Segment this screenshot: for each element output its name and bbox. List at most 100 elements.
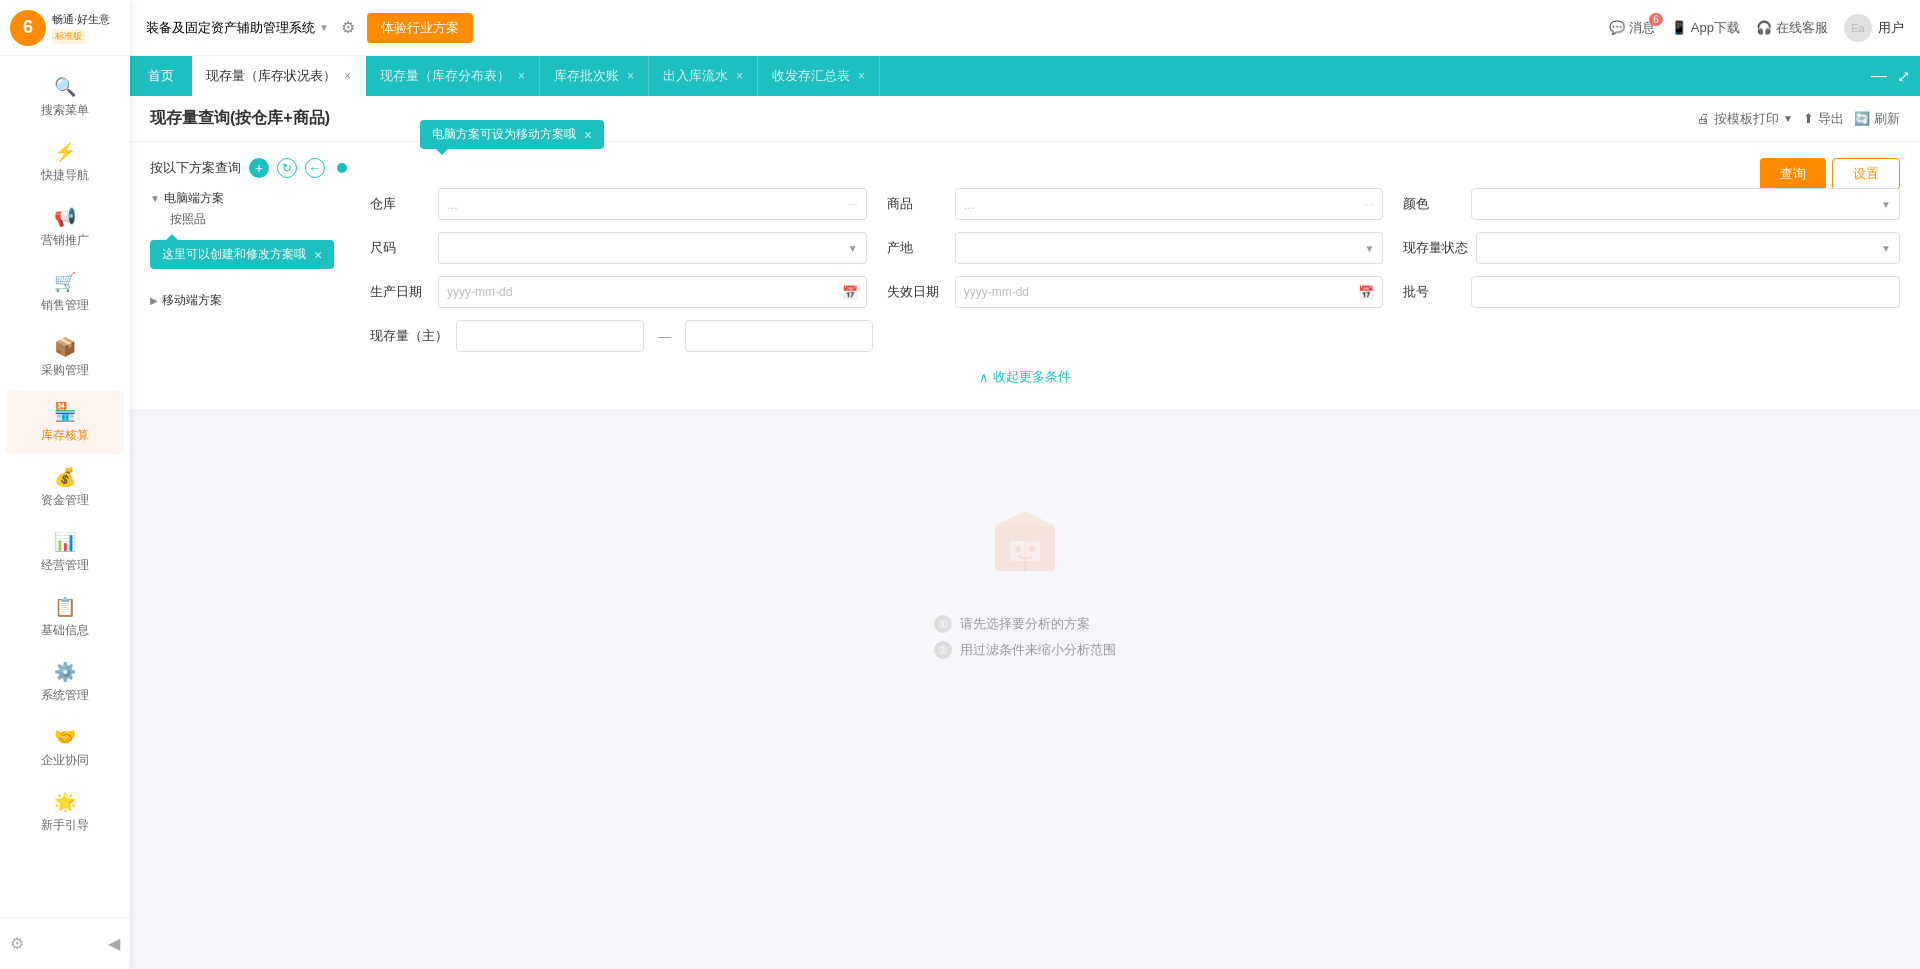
product-select[interactable]: ... ··· xyxy=(955,188,1384,220)
sidebar-item-guide[interactable]: 🌟 新手引导 xyxy=(6,781,124,844)
sidebar-item-operations[interactable]: 📊 经营管理 xyxy=(6,521,124,584)
svg-point-5 xyxy=(1029,546,1035,552)
warehouse-select[interactable]: ... ··· xyxy=(438,188,867,220)
size-dropdown-icon: ▼ xyxy=(848,243,858,254)
stock-status-label: 现存量状态 xyxy=(1403,239,1468,257)
search-button[interactable]: 查询 xyxy=(1760,158,1826,190)
user-menu-btn[interactable]: Ea 用户 xyxy=(1844,14,1904,42)
system-title-select[interactable]: 装备及固定资产辅助管理系统 ▼ xyxy=(146,19,329,37)
origin-select[interactable]: ▼ xyxy=(955,232,1384,264)
tab-close-in-out-flow[interactable]: × xyxy=(736,69,743,83)
color-label: 颜色 xyxy=(1403,195,1463,213)
empty-state: ① 请先选择要分析的方案 ② 用过滤条件来缩小分析范围 xyxy=(130,411,1920,743)
expire-date-calendar-icon[interactable]: 📅 xyxy=(1358,285,1374,300)
prod-date-calendar-icon[interactable]: 📅 xyxy=(842,285,858,300)
tooltip1-close-btn[interactable]: × xyxy=(584,127,592,143)
tooltip2-close-btn[interactable]: × xyxy=(314,247,322,263)
sidebar-item-basic[interactable]: 📋 基础信息 xyxy=(6,586,124,649)
collapse-up-icon: ∧ xyxy=(979,370,989,385)
tooltip-scheme-popup: 电脑方案可设为移动方案哦 × xyxy=(420,120,604,149)
app-download-btn[interactable]: 📱 App下载 xyxy=(1671,19,1740,37)
reset-button[interactable]: 设置 xyxy=(1832,158,1900,190)
sidebar-item-inventory[interactable]: 🏪 库存核算 xyxy=(6,391,124,454)
batch-label: 批号 xyxy=(1403,283,1463,301)
tab-close-batch-ledger[interactable]: × xyxy=(627,69,634,83)
sidebar-item-system[interactable]: ⚙️ 系统管理 xyxy=(6,651,124,714)
sidebar-item-purchase[interactable]: 📦 采购管理 xyxy=(6,326,124,389)
tooltip-edit-popup: 这里可以创建和修改方案哦 × xyxy=(150,240,334,269)
size-select[interactable]: ▼ xyxy=(438,232,867,264)
tab-home[interactable]: 首页 xyxy=(130,56,192,96)
sidebar-item-marketing[interactable]: 📢 营销推广 xyxy=(6,196,124,259)
tab-in-out-flow[interactable]: 出入库流水 × xyxy=(649,56,758,96)
prod-date-label: 生产日期 xyxy=(370,283,430,301)
filter-item-color: 颜色 ▼ xyxy=(1403,188,1900,220)
quick-icon: ⚡ xyxy=(54,141,76,163)
tab-maximize-btn[interactable]: ⤢ xyxy=(1897,67,1910,86)
online-service-btn[interactable]: 🎧 在线客服 xyxy=(1756,19,1828,37)
tab-batch-ledger[interactable]: 库存批次账 × xyxy=(540,56,649,96)
scheme-pc-node[interactable]: ▼ 电脑端方案 xyxy=(150,188,354,209)
filter-add-btn[interactable]: + xyxy=(249,158,269,178)
filter-back-btn[interactable]: ← xyxy=(305,158,325,178)
filter-item-prod-date: 生产日期 yyyy-mm-dd 📅 xyxy=(370,276,867,308)
scheme-pc-child1-label: 按照品 xyxy=(170,211,206,228)
size-label: 尺码 xyxy=(370,239,430,257)
refresh-btn[interactable]: 🔄 刷新 xyxy=(1854,110,1900,128)
batch-input[interactable] xyxy=(1471,276,1900,308)
stock-status-select[interactable]: ▼ xyxy=(1476,232,1900,264)
sidebar-item-finance[interactable]: 💰 资金管理 xyxy=(6,456,124,519)
prod-date-input[interactable]: yyyy-mm-dd 📅 xyxy=(438,276,867,308)
expire-date-input[interactable]: yyyy-mm-dd 📅 xyxy=(955,276,1384,308)
sidebar-item-enterprise[interactable]: 🤝 企业协同 xyxy=(6,716,124,779)
tab-minimize-btn[interactable]: — xyxy=(1871,67,1887,85)
tab-close-inventory-dist[interactable]: × xyxy=(518,69,525,83)
header-left: 装备及固定资产辅助管理系统 ▼ ⚙ 体验行业方案 xyxy=(146,13,473,43)
tab-close-recv-summary[interactable]: × xyxy=(858,69,865,83)
filter-item-expire-date: 失效日期 yyyy-mm-dd 📅 xyxy=(887,276,1384,308)
tab-inventory-dist[interactable]: 现存量（库存分布表） × xyxy=(366,56,540,96)
stock-main-label: 现存量（主） xyxy=(370,327,448,345)
color-select[interactable]: ▼ xyxy=(1471,188,1900,220)
print-btn[interactable]: 🖨 按模板打印 ▼ xyxy=(1697,110,1793,128)
page-header: 现存量查询(按仓库+商品) 🖨 按模板打印 ▼ ⬆ 导出 🔄 刷新 xyxy=(130,96,1920,142)
header-right: 💬 消息 6 📱 App下载 🎧 在线客服 Ea 用户 xyxy=(1609,14,1904,42)
basic-icon: 📋 xyxy=(54,596,76,618)
tab-recv-summary[interactable]: 收发存汇总表 × xyxy=(758,56,880,96)
message-btn[interactable]: 💬 消息 6 xyxy=(1609,19,1655,37)
export-icon: ⬆ xyxy=(1803,111,1814,126)
stock-status-dropdown-icon: ▼ xyxy=(1881,243,1891,254)
scheme-pc-child1[interactable]: 按照品 xyxy=(170,209,354,230)
stock-main-input-from[interactable] xyxy=(456,320,644,352)
scheme-mobile-node[interactable]: ▶ 移动端方案 xyxy=(150,290,354,311)
logo-icon: 6 xyxy=(10,10,46,46)
filter-refresh-btn[interactable]: ↻ xyxy=(277,158,297,178)
collapse-more-btn[interactable]: ∧ 收起更多条件 xyxy=(150,360,1900,394)
stock-main-input-to[interactable] xyxy=(685,320,873,352)
settings-bottom-btn[interactable]: ⚙ xyxy=(6,930,28,957)
search-icon: 🔍 xyxy=(54,76,76,98)
tab-close-inventory-status[interactable]: × xyxy=(344,69,351,83)
tabs-bar: 首页 现存量（库存状况表） × 现存量（库存分布表） × 库存批次账 × 出入库… xyxy=(130,56,1920,96)
sidebar-item-sales[interactable]: 🛒 销售管理 xyxy=(6,261,124,324)
tab-inventory-status[interactable]: 现存量（库存状况表） × xyxy=(192,56,366,96)
page-actions: 🖨 按模板打印 ▼ ⬆ 导出 🔄 刷新 xyxy=(1697,110,1900,128)
inventory-icon: 🏪 xyxy=(54,401,76,423)
step-num-2: ② xyxy=(934,641,952,659)
phone-icon: 📱 xyxy=(1671,20,1687,35)
solution-btn[interactable]: 体验行业方案 xyxy=(367,13,473,43)
svg-point-4 xyxy=(1015,546,1021,552)
origin-label: 产地 xyxy=(887,239,947,257)
sidebar-item-quick[interactable]: ⚡ 快捷导航 xyxy=(6,131,124,194)
print-icon: 🖨 xyxy=(1697,111,1710,126)
export-btn[interactable]: ⬆ 导出 xyxy=(1803,110,1844,128)
filter-fields: 仓库 ... ··· 商品 ... ··· xyxy=(370,188,1900,360)
empty-step-2: ② 用过滤条件来缩小分析范围 xyxy=(934,637,1116,663)
sales-icon: 🛒 xyxy=(54,271,76,293)
collapse-sidebar-btn[interactable]: ◀ xyxy=(104,930,124,957)
empty-steps: ① 请先选择要分析的方案 ② 用过滤条件来缩小分析范围 xyxy=(934,611,1116,663)
main-content: 现存量查询(按仓库+商品) 🖨 按模板打印 ▼ ⬆ 导出 🔄 刷新 按以下方案查… xyxy=(130,96,1920,969)
filter-item-batch: 批号 xyxy=(1403,276,1900,308)
sidebar-item-search[interactable]: 🔍 搜索菜单 xyxy=(6,66,124,129)
settings-gear-btn[interactable]: ⚙ xyxy=(341,18,355,37)
